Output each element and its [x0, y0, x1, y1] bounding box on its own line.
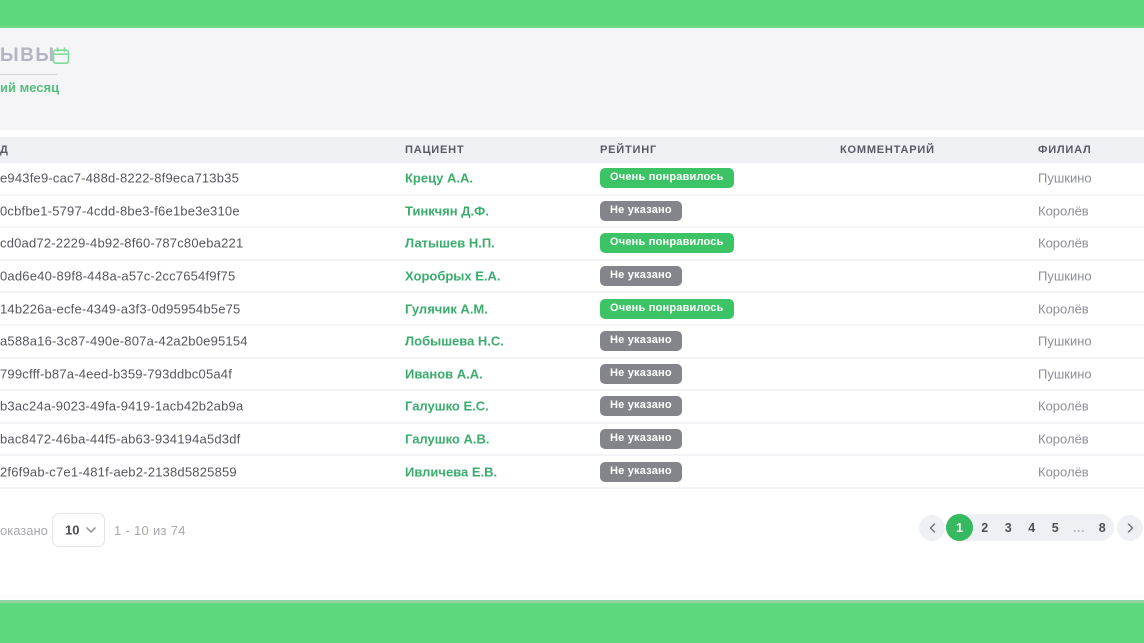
table-row: a588a16-3c87-490e-807a-42a2b0e95154 Лобыш… — [0, 325, 1144, 359]
page-size-select[interactable]: 10 — [52, 513, 105, 547]
rating-badge: Не указано — [600, 429, 682, 450]
top-green-bar — [0, 0, 1144, 28]
patient-link[interactable]: Иванов А.А. — [405, 366, 483, 381]
review-id: 2f6f9ab-c7e1-481f-aeb2-2138d5825859 — [0, 464, 237, 480]
pager-pages: 1 2 3 4 5 … 8 — [946, 514, 1114, 541]
table-row: 2f6f9ab-c7e1-481f-aeb2-2138d5825859 Ивлич… — [0, 456, 1144, 489]
rating-cell: Очень понравилось — [600, 298, 734, 319]
review-id: 14b226a-ecfe-4349-a3f3-0d95954b5e75 — [0, 301, 241, 317]
rating-cell: Не указано — [600, 331, 682, 352]
table-row: e943fe9-cac7-488d-8222-8f9eca713b35 Крецу… — [0, 163, 1144, 196]
branch-cell: Пушкино — [1038, 268, 1092, 284]
rating-badge: Не указано — [600, 266, 682, 287]
review-id: 0cbfbe1-5797-4cdd-8be3-f6e1be3e310e — [0, 203, 240, 219]
page-title: ЫВЫ — [0, 45, 56, 66]
rating-badge: Не указано — [600, 331, 682, 352]
bottom-green-bar — [0, 600, 1144, 643]
branch-cell: Королёв — [1038, 398, 1089, 414]
patient-link[interactable]: Крецу А.А. — [405, 171, 473, 186]
patient-link[interactable]: Хоробрых Е.А. — [405, 269, 501, 284]
rating-badge: Не указано — [600, 461, 682, 482]
pager-page-1[interactable]: 1 — [946, 514, 973, 541]
patient-link[interactable]: Латышев Н.П. — [405, 236, 495, 251]
rating-cell: Очень понравилось — [600, 168, 734, 189]
rating-badge: Не указано — [600, 200, 682, 221]
table-row: 0ad6e40-89f8-448a-a57c-2cc7654f9f75 Хороб… — [0, 260, 1144, 294]
rating-cell: Не указано — [600, 429, 682, 450]
review-id: cd0ad72-2229-4b92-8f60-787c80eba221 — [0, 235, 244, 251]
branch-cell: Королёв — [1038, 203, 1089, 219]
shown-label: оказано — [0, 523, 48, 538]
table-row: 0cbfbe1-5797-4cdd-8be3-f6e1be3e310e Тинкч… — [0, 195, 1144, 229]
rating-cell: Не указано — [600, 266, 682, 287]
column-header-patient: ПАЦИЕНТ — [405, 144, 465, 156]
table-row: cd0ad72-2229-4b92-8f60-787c80eba221 Латыш… — [0, 228, 1144, 261]
rating-badge: Очень понравилось — [600, 168, 734, 189]
branch-cell: Пушкино — [1038, 170, 1092, 186]
page-size-value: 10 — [65, 522, 80, 538]
rating-cell: Не указано — [600, 396, 682, 417]
pager-page-3[interactable]: 3 — [997, 521, 1021, 535]
branch-cell: Королёв — [1038, 301, 1089, 317]
pager-page-5[interactable]: 5 — [1044, 521, 1068, 535]
table-body: e943fe9-cac7-488d-8222-8f9eca713b35 Крецу… — [0, 163, 1144, 489]
branch-cell: Королёв — [1038, 464, 1089, 480]
current-month-filter-link[interactable]: ий месяц — [0, 80, 59, 95]
pager-next-button[interactable] — [1117, 515, 1143, 541]
table-row: 14b226a-ecfe-4349-a3f3-0d95954b5e75 Гуляч… — [0, 293, 1144, 326]
review-id: a588a16-3c87-490e-807a-42a2b0e95154 — [0, 333, 248, 349]
review-id: bac8472-46ba-44f5-ab63-934194a5d3df — [0, 431, 241, 447]
pager-page-2[interactable]: 2 — [973, 521, 997, 535]
review-id: 0ad6e40-89f8-448a-a57c-2cc7654f9f75 — [0, 268, 236, 284]
chevron-down-icon — [86, 527, 96, 533]
column-header-branch: ФИЛИАЛ — [1038, 144, 1092, 156]
review-id: e943fe9-cac7-488d-8222-8f9eca713b35 — [0, 170, 240, 186]
rating-badge: Очень понравилось — [600, 298, 734, 319]
pager-prev-button[interactable] — [919, 515, 945, 541]
rating-cell: Очень понравилось — [600, 233, 734, 254]
pager-page-8[interactable]: 8 — [1091, 521, 1115, 535]
chevron-right-icon — [1127, 523, 1133, 533]
chevron-left-icon — [929, 523, 935, 533]
table-row: 799cfff-b87a-4eed-b359-793ddbc05a4f Ивано… — [0, 358, 1144, 392]
rating-badge: Очень понравилось — [600, 233, 734, 254]
review-id: 799cfff-b87a-4eed-b359-793ddbc05a4f — [0, 366, 233, 382]
patient-link[interactable]: Лобышева Н.С. — [405, 334, 504, 349]
table-row: b3ac24a-9023-49fa-9419-1acb42b2ab9a Галуш… — [0, 391, 1144, 424]
range-label: 1 - 10 из 74 — [114, 523, 186, 538]
table-row: bac8472-46ba-44f5-ab63-934194a5d3df Галуш… — [0, 423, 1144, 457]
patient-link[interactable]: Ивличева Е.В. — [405, 464, 497, 479]
branch-cell: Пушкино — [1038, 366, 1092, 382]
branch-cell: Королёв — [1038, 235, 1089, 251]
column-header-rating: РЕЙТИНГ — [600, 144, 657, 156]
pager-page-4[interactable]: 4 — [1020, 521, 1044, 535]
branch-cell: Королёв — [1038, 431, 1089, 447]
column-header-comment: КОММЕНТАРИЙ — [840, 144, 935, 156]
calendar-icon[interactable] — [52, 47, 70, 65]
patient-link[interactable]: Гулячик А.М. — [405, 301, 488, 316]
column-header-id: Д — [0, 144, 9, 156]
rating-badge: Не указано — [600, 396, 682, 417]
patient-link[interactable]: Галушко Е.С. — [405, 399, 489, 414]
patient-link[interactable]: Галушко А.В. — [405, 432, 489, 447]
rating-cell: Не указано — [600, 363, 682, 384]
rating-badge: Не указано — [600, 363, 682, 384]
patient-link[interactable]: Тинкчян Д.Ф. — [405, 203, 489, 218]
table-header-row: Д ПАЦИЕНТ РЕЙТИНГ КОММЕНТАРИЙ ФИЛИАЛ — [0, 137, 1144, 163]
review-id: b3ac24a-9023-49fa-9419-1acb42b2ab9a — [0, 398, 244, 414]
rating-cell: Не указано — [600, 200, 682, 221]
branch-cell: Пушкино — [1038, 333, 1092, 349]
title-divider — [0, 74, 57, 75]
pager-ellipsis: … — [1072, 520, 1086, 535]
rating-cell: Не указано — [600, 461, 682, 482]
